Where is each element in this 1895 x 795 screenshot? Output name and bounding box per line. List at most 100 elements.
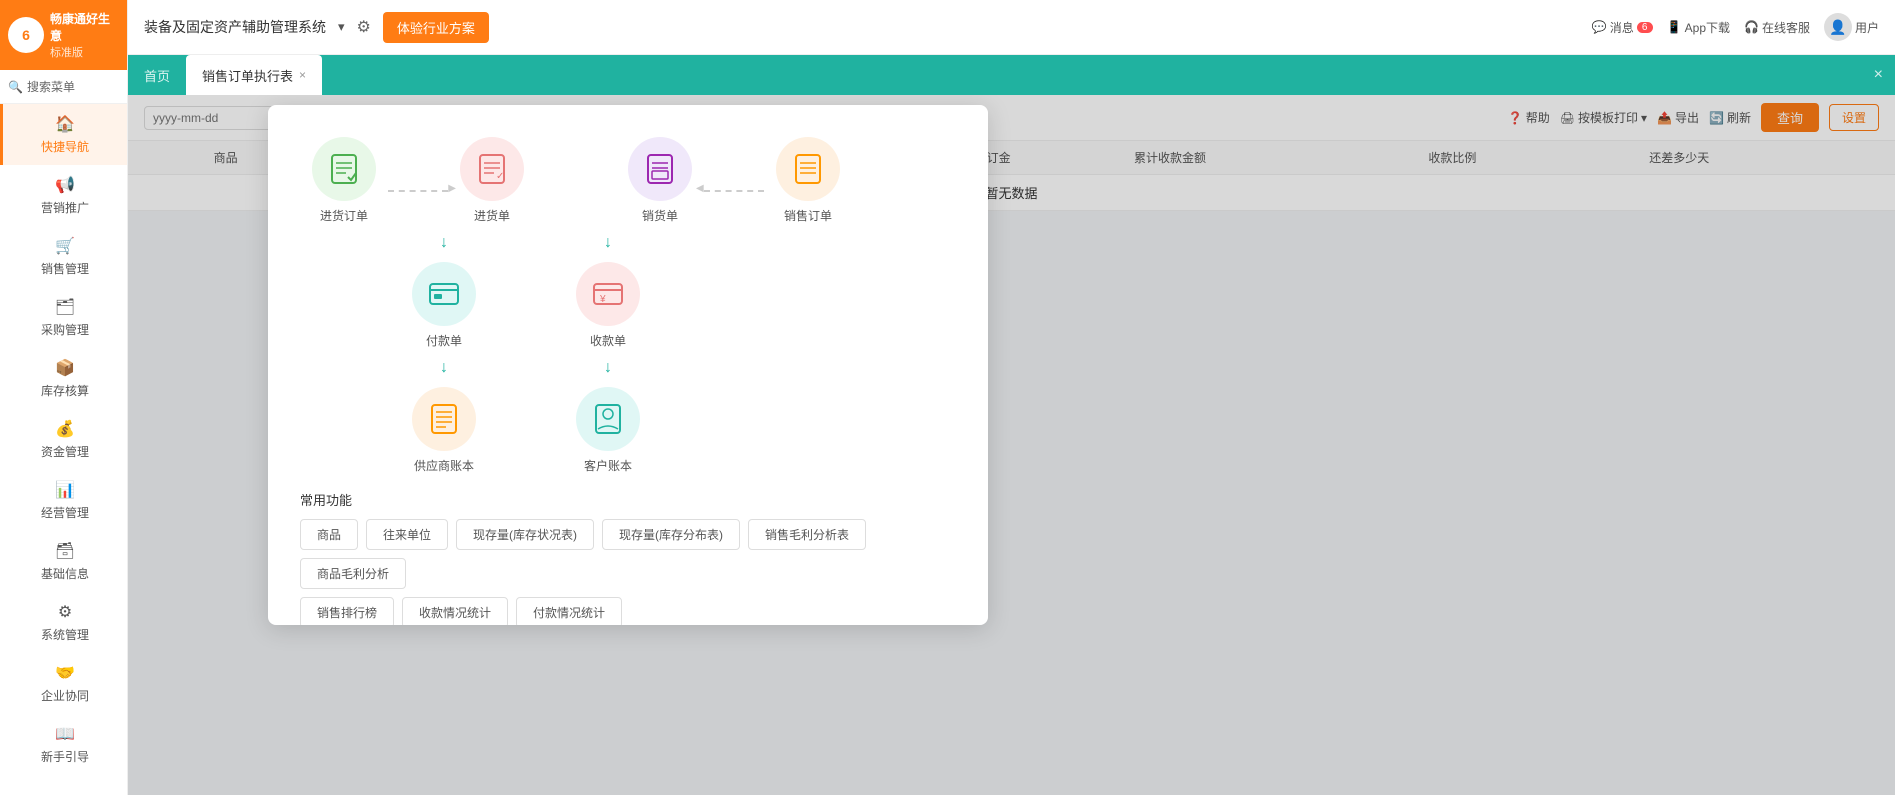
func-btn-contacts[interactable]: 往来单位: [366, 519, 448, 550]
nav-icon-enterprise: 🤝: [55, 663, 75, 683]
flow-node-payment-out[interactable]: 付款单: [400, 254, 488, 357]
message-button[interactable]: 💬 消息 6: [1592, 19, 1653, 36]
flow-row-2: ↓ 付款单 ↓: [300, 232, 956, 482]
purchase-order-icon: [312, 137, 376, 201]
arrow-pr-down: ↓: [440, 234, 448, 252]
sidebar-nav: 🏠 快捷导航 📢 营销推广 🛒 销售管理 🗂 采购管理 📦 库存核算 💰 资金管…: [0, 104, 127, 795]
message-icon: 💬: [1592, 20, 1607, 34]
topbar-actions: 💬 消息 6 📱 App下载 🎧 在线客服 👤 用户: [1592, 13, 1879, 41]
app-download-button[interactable]: 📱 App下载: [1667, 19, 1730, 36]
func-btn-expense-stats[interactable]: 付款情况统计: [516, 597, 622, 625]
tab-close-icon[interactable]: ×: [299, 68, 306, 82]
sidebar-item-purchase[interactable]: 🗂 采购管理: [0, 287, 127, 348]
gear-icon[interactable]: ⚙: [357, 17, 371, 37]
purchase-order-label: 进货订单: [320, 207, 368, 224]
tab-sales-orders[interactable]: 销售订单执行表 ×: [186, 55, 322, 95]
payment-out-label: 付款单: [426, 332, 462, 349]
svg-text:✓: ✓: [496, 171, 504, 182]
tab-home[interactable]: 首页: [128, 55, 186, 95]
flow-node-sales-order[interactable]: 销售订单: [764, 129, 852, 232]
logo-text: 畅康通好生意 标准版: [50, 10, 119, 60]
customer-account-label: 客户账本: [584, 457, 632, 474]
func-btn-stock-status[interactable]: 现存量(库存状况表): [456, 519, 594, 550]
flow-node-purchase-receipt[interactable]: ✓ 进货单: [448, 129, 536, 232]
arrow-payment-out-down: ↓: [440, 359, 448, 377]
logo: 6 畅康通好生意 标准版: [0, 0, 127, 70]
payment-out-icon: [412, 262, 476, 326]
sidebar-item-marketing[interactable]: 📢 营销推广: [0, 165, 127, 226]
func-btn-stock-dist[interactable]: 现存量(库存分布表): [602, 519, 740, 550]
sidebar-item-inventory[interactable]: 📦 库存核算: [0, 348, 127, 409]
search-menu[interactable]: 🔍 搜索菜单: [0, 70, 127, 104]
main-content: 装备及固定资产辅助管理系统 ▾ ⚙ 体验行业方案 💬 消息 6 📱 App下载 …: [128, 0, 1895, 795]
supplier-account-icon: [412, 387, 476, 451]
app-icon: 📱: [1667, 20, 1682, 34]
func-buttons-row2: 销售排行榜 收款情况统计 付款情况统计: [300, 597, 956, 625]
close-all-tabs[interactable]: ×: [1874, 66, 1895, 84]
popup-overlay[interactable]: 进货订单 ✓: [128, 95, 1895, 795]
arrow-so-to-sr: [704, 190, 764, 192]
flow-row-1: 进货订单 ✓: [300, 129, 956, 232]
sales-order-icon: [776, 137, 840, 201]
nav-icon-basic: 🗃: [55, 541, 75, 561]
system-dropdown[interactable]: ▾: [338, 19, 345, 35]
sidebar-item-basic-info[interactable]: 🗃 基础信息: [0, 531, 127, 592]
logo-icon: 6: [8, 17, 44, 53]
svg-text:¥: ¥: [599, 294, 606, 305]
topbar: 装备及固定资产辅助管理系统 ▾ ⚙ 体验行业方案 💬 消息 6 📱 App下载 …: [128, 0, 1895, 55]
experience-button[interactable]: 体验行业方案: [383, 12, 489, 43]
common-functions-title: 常用功能: [300, 490, 956, 509]
system-title: 装备及固定资产辅助管理系统: [144, 17, 326, 37]
nav-icon-system: ⚙: [58, 602, 72, 622]
nav-icon-guide: 📖: [55, 724, 75, 744]
func-btn-product-margin[interactable]: 商品毛利分析: [300, 558, 406, 589]
flow-node-customer-account[interactable]: 客户账本: [564, 379, 652, 482]
arrow-payment-in-down: ↓: [604, 359, 612, 377]
supplier-account-label: 供应商账本: [414, 457, 474, 474]
sidebar-item-quick-nav[interactable]: 🏠 快捷导航: [0, 104, 127, 165]
purchase-receipt-label: 进货单: [474, 207, 510, 224]
topbar-right: 💬 消息 6 📱 App下载 🎧 在线客服 👤 用户: [1592, 13, 1879, 41]
nav-icon-quick: 🏠: [55, 114, 75, 134]
sales-order-label: 销售订单: [784, 207, 832, 224]
tabs-bar: 首页 销售订单执行表 × ×: [128, 55, 1895, 95]
nav-icon-purchase: 🗂: [55, 297, 75, 317]
content-area: 📅 — 📅 单据状态 ▾ 更多条件 ❓ 帮助 🖨 按: [128, 95, 1895, 795]
common-functions: 常用功能 商品 往来单位 现存量(库存状况表) 现存量(库存分布表) 销售毛利分…: [300, 490, 956, 625]
func-btn-payment-stats[interactable]: 收款情况统计: [402, 597, 508, 625]
popup-panel: 进货订单 ✓: [268, 105, 988, 625]
chevron-down-icon: ▾: [338, 19, 345, 35]
flow-node-supplier-account[interactable]: 供应商账本: [400, 379, 488, 482]
message-badge: 6: [1637, 22, 1653, 33]
nav-icon-finance: 💰: [55, 419, 75, 439]
customer-account-icon: [576, 387, 640, 451]
sidebar-item-finance[interactable]: 💰 资金管理: [0, 409, 127, 470]
nav-icon-inventory: 📦: [55, 358, 75, 378]
sidebar-item-enterprise[interactable]: 🤝 企业协同: [0, 653, 127, 714]
user-menu[interactable]: 👤 用户: [1824, 13, 1879, 41]
sales-receipt-label: 销货单: [642, 207, 678, 224]
func-btn-product[interactable]: 商品: [300, 519, 358, 550]
arrow-po-to-pr: [388, 190, 448, 192]
func-btn-sales-margin[interactable]: 销售毛利分析表: [748, 519, 866, 550]
nav-icon-operations: 📊: [55, 480, 75, 500]
sidebar-item-sales[interactable]: 🛒 销售管理: [0, 226, 127, 287]
flow-node-sales-receipt[interactable]: 销货单: [616, 129, 704, 232]
payment-in-label: 收款单: [590, 332, 626, 349]
flow-node-purchase-order[interactable]: 进货订单: [300, 129, 388, 232]
sidebar-item-system[interactable]: ⚙ 系统管理: [0, 592, 127, 653]
sidebar-item-operations[interactable]: 📊 经营管理: [0, 470, 127, 531]
avatar: 👤: [1824, 13, 1852, 41]
search-icon: 🔍: [8, 80, 23, 94]
func-btn-sales-rank[interactable]: 销售排行榜: [300, 597, 394, 625]
arrow-sr-down: ↓: [604, 234, 612, 252]
flow-node-payment-in[interactable]: ¥ 收款单: [564, 254, 652, 357]
sidebar: 6 畅康通好生意 标准版 🔍 搜索菜单 🏠 快捷导航 📢 营销推广 🛒 销售管理…: [0, 0, 128, 795]
nav-icon-marketing: 📢: [55, 175, 75, 195]
purchase-receipt-icon: ✓: [460, 137, 524, 201]
payment-in-icon: ¥: [576, 262, 640, 326]
online-service-button[interactable]: 🎧 在线客服: [1744, 19, 1810, 36]
func-buttons: 商品 往来单位 现存量(库存状况表) 现存量(库存分布表) 销售毛利分析表 商品…: [300, 519, 956, 589]
sidebar-item-guide[interactable]: 📖 新手引导: [0, 714, 127, 775]
nav-icon-sales: 🛒: [55, 236, 75, 256]
